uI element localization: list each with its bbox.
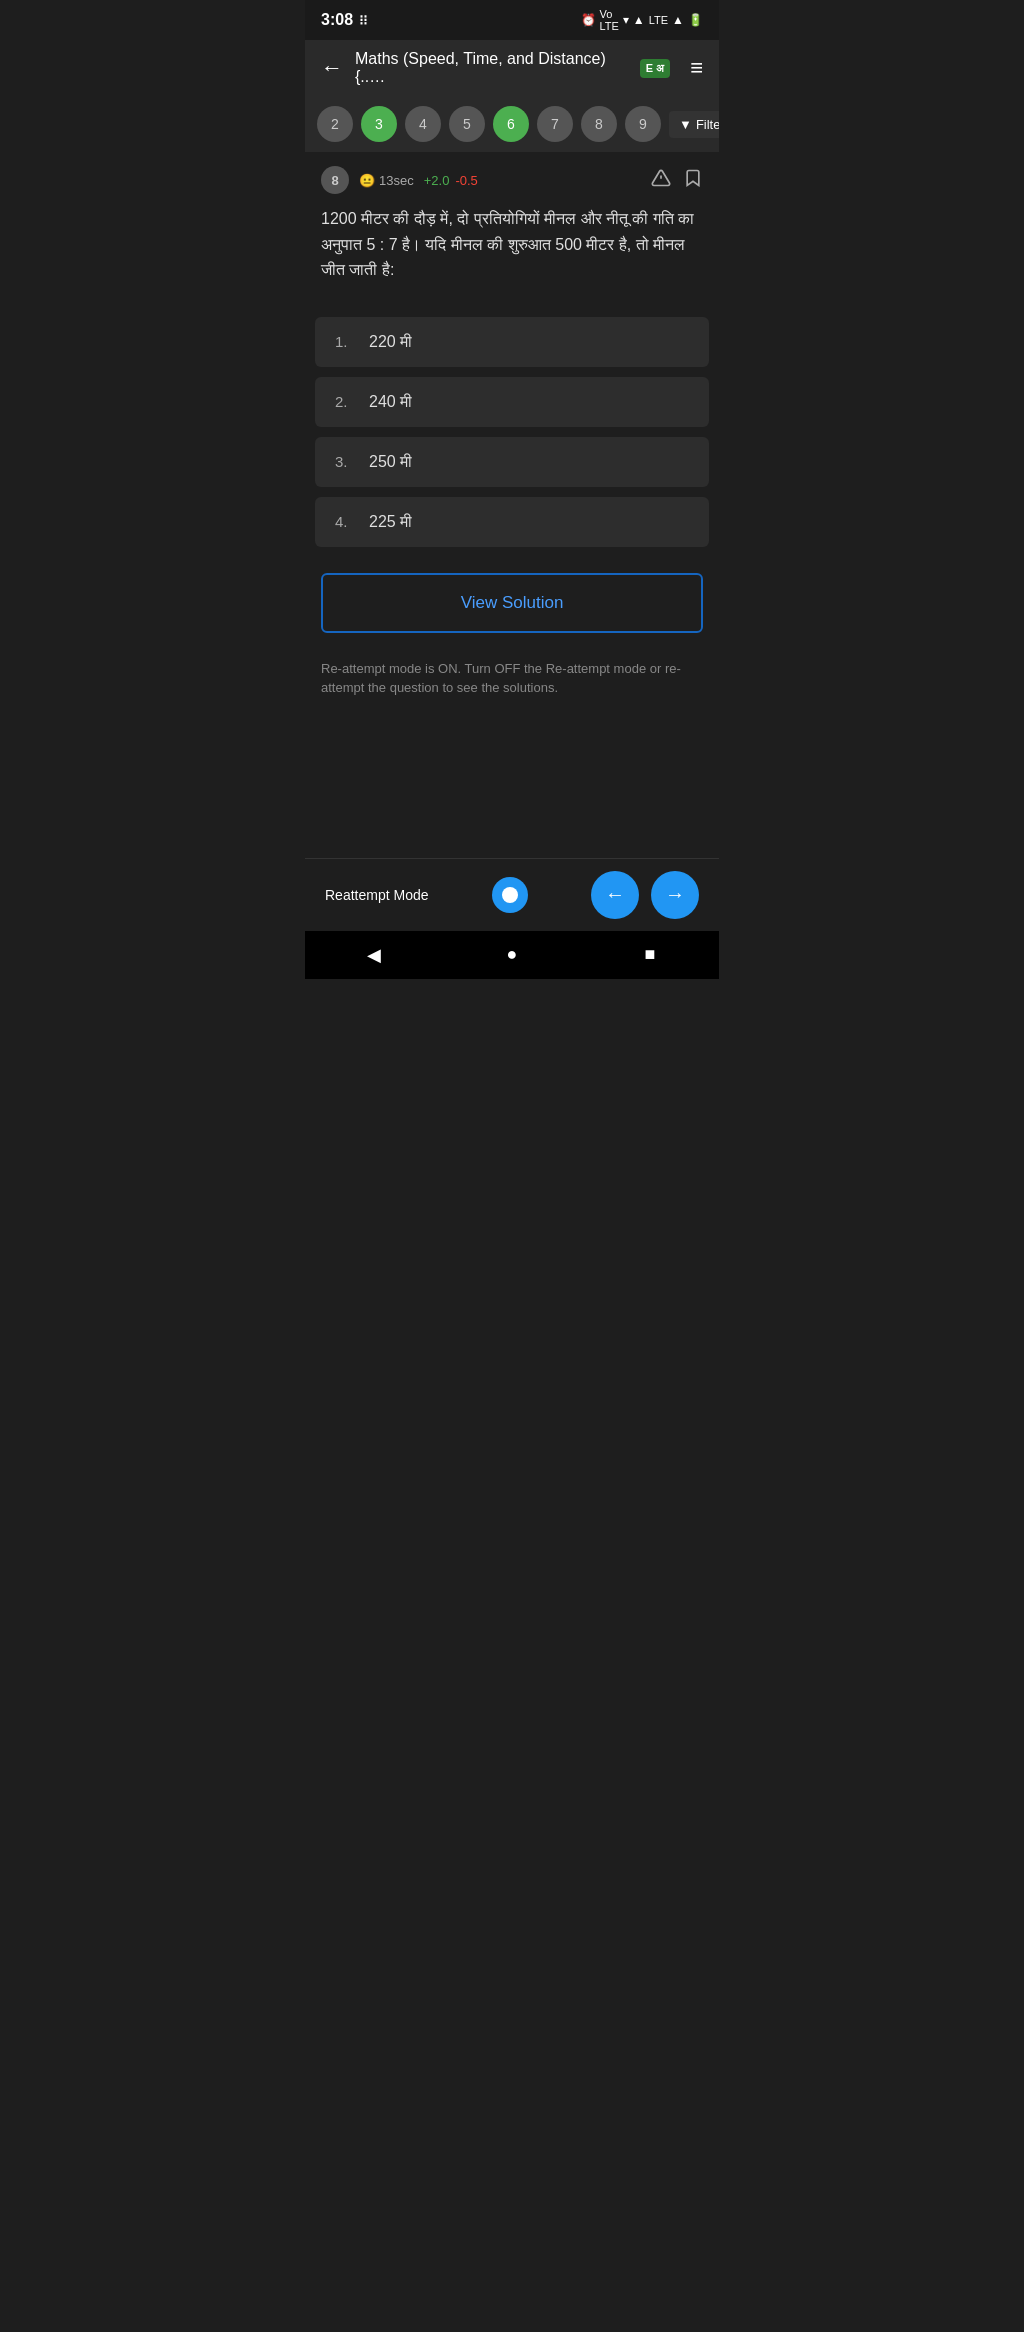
question-area: 8 😐 13sec +2.0 -0.5 1200 मीटर की — [305, 152, 719, 317]
bottom-bar: Reattempt Mode ← → — [305, 858, 719, 931]
sys-home-button[interactable]: ● — [494, 937, 530, 973]
system-nav: ◀ ● ■ — [305, 931, 719, 979]
option-4-text: 225 मी — [369, 513, 412, 531]
view-solution-button[interactable]: View Solution — [321, 573, 703, 633]
question-action-icons — [651, 168, 703, 192]
option-4[interactable]: 4. 225 मी — [315, 497, 709, 547]
q-num-2[interactable]: 2 — [317, 106, 353, 142]
filters-label: Filters — [696, 117, 719, 132]
q-num-3[interactable]: 3 — [361, 106, 397, 142]
status-icons: ⏰ VoLTE ▾ ▲ LTE ▲ 🔋 — [581, 8, 704, 32]
status-time: 3:08 ⁝⁝ — [321, 11, 367, 29]
negative-marks: -0.5 — [455, 173, 477, 188]
q-num-6[interactable]: 6 — [493, 106, 529, 142]
question-timer: 😐 13sec — [359, 173, 414, 188]
filter-icon: ▼ — [679, 117, 692, 132]
spacer — [305, 718, 719, 838]
option-4-number: 4. — [335, 513, 355, 530]
header: ← Maths (Speed, Time, and Distance) {..…… — [305, 40, 719, 96]
question-marks: +2.0 -0.5 — [424, 173, 478, 188]
q-num-5[interactable]: 5 — [449, 106, 485, 142]
options-area: 1. 220 मी 2. 240 मी 3. 250 मी 4. 225 मी — [305, 317, 719, 547]
reattempt-note-text: Re-attempt mode is ON. Turn OFF the Re-a… — [321, 661, 681, 696]
reattempt-toggle[interactable] — [492, 877, 528, 913]
lte-icon: LTE — [649, 14, 668, 26]
volte-icon: VoLTE — [600, 8, 619, 32]
question-number-badge: 8 — [321, 166, 349, 194]
sys-recents-button[interactable]: ■ — [632, 937, 668, 973]
q-num-4[interactable]: 4 — [405, 106, 441, 142]
signal2-icon: ▲ — [672, 13, 684, 27]
q-num-8[interactable]: 8 — [581, 106, 617, 142]
prev-button[interactable]: ← — [591, 871, 639, 919]
option-3-number: 3. — [335, 453, 355, 470]
option-1-number: 1. — [335, 333, 355, 350]
toggle-dot — [502, 887, 518, 903]
back-button[interactable]: ← — [321, 55, 343, 81]
question-text: 1200 मीटर की दौड़ में, दो प्रतियोगियों म… — [321, 206, 703, 283]
alert-icon[interactable] — [651, 168, 671, 192]
signal-icon: ▲ — [633, 13, 645, 27]
sys-back-button[interactable]: ◀ — [356, 937, 392, 973]
q-num-7[interactable]: 7 — [537, 106, 573, 142]
option-3-text: 250 मी — [369, 453, 412, 471]
battery-icon: 🔋 — [688, 13, 703, 27]
signal-dots-icon: ⁝⁝ — [359, 12, 367, 28]
question-nav: 2 3 4 5 6 7 8 9 ▼ Filters — [305, 96, 719, 152]
view-solution-container: View Solution — [305, 557, 719, 649]
option-2-text: 240 मी — [369, 393, 412, 411]
option-2[interactable]: 2. 240 मी — [315, 377, 709, 427]
timer-icon: 😐 — [359, 173, 375, 188]
q-num-9[interactable]: 9 — [625, 106, 661, 142]
reattempt-note: Re-attempt mode is ON. Turn OFF the Re-a… — [305, 649, 719, 718]
option-1[interactable]: 1. 220 मी — [315, 317, 709, 367]
question-meta: 8 😐 13sec +2.0 -0.5 — [321, 166, 703, 194]
timer-value: 13sec — [379, 173, 414, 188]
wifi-icon: ▾ — [623, 13, 629, 27]
option-3[interactable]: 3. 250 मी — [315, 437, 709, 487]
next-button[interactable]: → — [651, 871, 699, 919]
nav-arrows: ← → — [591, 871, 699, 919]
language-badge[interactable]: E अ — [640, 59, 670, 78]
positive-marks: +2.0 — [424, 173, 450, 188]
alarm-icon: ⏰ — [581, 13, 596, 27]
status-bar: 3:08 ⁝⁝ ⏰ VoLTE ▾ ▲ LTE ▲ 🔋 — [305, 0, 719, 40]
filters-button[interactable]: ▼ Filters — [669, 111, 719, 138]
reattempt-mode-label: Reattempt Mode — [325, 887, 429, 903]
header-title: Maths (Speed, Time, and Distance) {..… — [355, 50, 628, 86]
option-1-text: 220 मी — [369, 333, 412, 351]
option-2-number: 2. — [335, 393, 355, 410]
menu-button[interactable]: ≡ — [690, 55, 703, 81]
time-display: 3:08 — [321, 11, 353, 29]
bookmark-icon[interactable] — [683, 168, 703, 192]
